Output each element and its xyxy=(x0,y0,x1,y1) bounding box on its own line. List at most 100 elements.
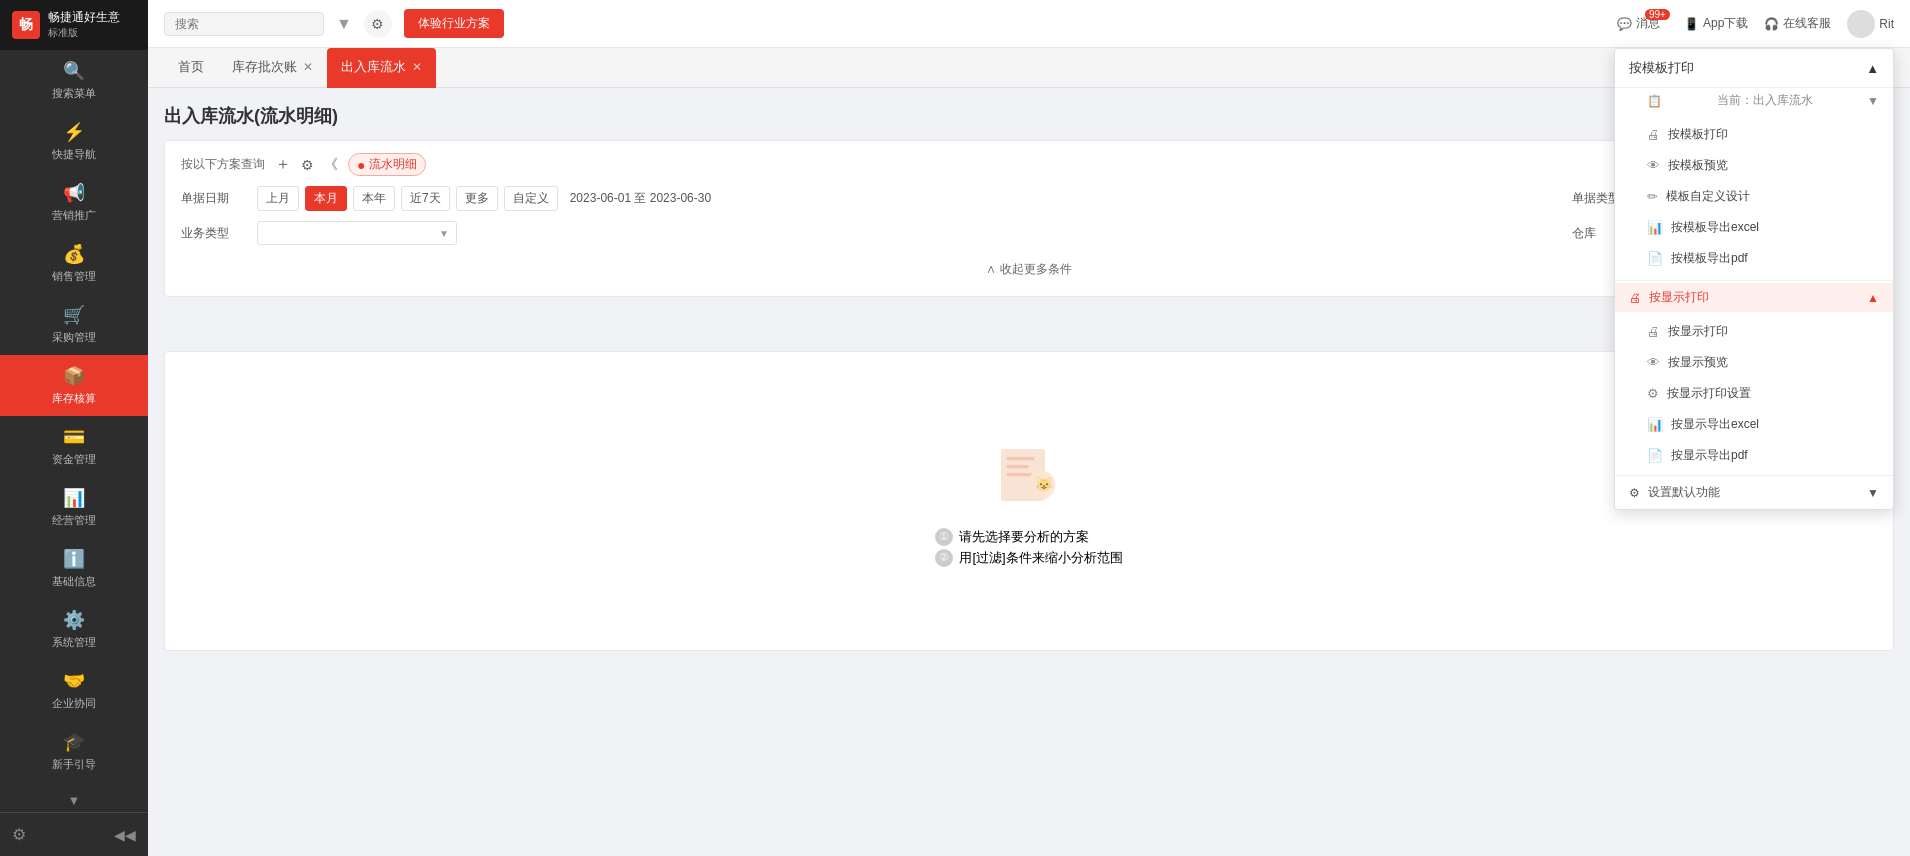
template-print-section: 🖨 按模板打印 👁 按模板预览 ✏ 模板自定义设计 📊 按模板导出excel 📄… xyxy=(1615,115,1893,278)
tab-batch-close[interactable]: ✕ xyxy=(303,60,313,74)
dropdown-footer[interactable]: ⚙ 设置默认功能 ▼ xyxy=(1615,475,1893,509)
excel-icon: 📊 xyxy=(1647,220,1663,235)
tab-flow[interactable]: 出入库流水 ✕ xyxy=(327,48,436,88)
display-print-item-settings[interactable]: ⚙ 按显示打印设置 xyxy=(1615,378,1893,409)
filter-business-type-wrap xyxy=(257,221,457,245)
sales-icon: 💰 xyxy=(63,243,85,265)
filter-tag-icon: ● xyxy=(357,157,365,173)
sidebar-item-search[interactable]: 🔍 搜索菜单 xyxy=(0,50,148,111)
sidebar-settings-icon[interactable]: ⚙ xyxy=(12,825,26,844)
sidebar: 畅 畅捷通好生意 标准版 🔍 搜索菜单 ⚡ 快捷导航 📢 营销推广 💰 销售管理… xyxy=(0,0,148,856)
user-avatar-area[interactable]: Rit xyxy=(1847,10,1894,38)
user-name: Rit xyxy=(1879,17,1894,31)
sidebar-item-sales[interactable]: 💰 销售管理 xyxy=(0,233,148,294)
sidebar-item-purchase[interactable]: 🛒 采购管理 xyxy=(0,294,148,355)
sidebar-item-appstore[interactable]: 🏪 应用中心 xyxy=(0,782,148,789)
template-print-item-excel[interactable]: 📊 按模板导出excel xyxy=(1615,212,1893,243)
template-print-item-design[interactable]: ✏ 模板自定义设计 xyxy=(1615,181,1893,212)
sidebar-item-marketing[interactable]: 📢 营销推广 xyxy=(0,172,148,233)
tip-num-1: ① xyxy=(935,528,953,546)
industry-button[interactable]: 体验行业方案 xyxy=(404,9,504,38)
app-download-button[interactable]: 📱 App下载 xyxy=(1684,15,1748,32)
display-print-item-excel[interactable]: 📊 按显示导出excel xyxy=(1615,409,1893,440)
filter-date-group: 上月 本月 本年 近7天 更多 自定义 2023-06-01 至 2023-06… xyxy=(257,186,711,211)
sidebar-item-system[interactable]: ⚙️ 系统管理 xyxy=(0,599,148,660)
sidebar-item-operations[interactable]: 📊 经营管理 xyxy=(0,477,148,538)
svg-text:😺: 😺 xyxy=(1035,475,1053,493)
empty-tips: ① 请先选择要分析的方案 ② 用[过滤]条件来缩小分析范围 xyxy=(935,525,1122,570)
date-btn-this-year[interactable]: 本年 xyxy=(353,186,395,211)
default-settings-label: 设置默认功能 xyxy=(1648,484,1720,501)
date-btn-this-month[interactable]: 本月 xyxy=(305,186,347,211)
date-btn-last-month[interactable]: 上月 xyxy=(257,186,299,211)
inventory-icon: 📦 xyxy=(63,365,85,387)
dropdown-title: 按模板打印 xyxy=(1629,59,1694,77)
message-button[interactable]: 💬 消息 99+ xyxy=(1617,15,1660,32)
display-preview-label: 按显示预览 xyxy=(1668,354,1728,371)
display-preview-icon: 👁 xyxy=(1647,355,1660,370)
search-input[interactable] xyxy=(164,12,324,36)
sidebar-item-finance[interactable]: 💳 资金管理 xyxy=(0,416,148,477)
sidebar-footer: ⚙ ◀◀ xyxy=(0,812,148,856)
sidebar-scroll-down[interactable]: ▼ xyxy=(0,789,148,812)
tab-flow-close[interactable]: ✕ xyxy=(412,60,422,74)
avatar xyxy=(1847,10,1875,38)
tip-text-2: 用[过滤]条件来缩小分析范围 xyxy=(959,549,1122,567)
date-range-display: 2023-06-01 至 2023-06-30 xyxy=(570,190,711,207)
filter-add-icon[interactable]: ＋ xyxy=(275,154,291,175)
display-print-chevron-icon: ▲ xyxy=(1867,291,1879,305)
tab-home-label: 首页 xyxy=(178,58,204,76)
display-print-label: 按显示打印 xyxy=(1668,323,1728,340)
template-print-item-preview[interactable]: 👁 按模板预览 xyxy=(1615,150,1893,181)
topbar-dropdown-icon[interactable]: ▼ xyxy=(336,15,352,33)
topbar: ▼ ⚙ 体验行业方案 💬 消息 99+ 📱 App下载 🎧 在线客服 Rit xyxy=(148,0,1910,48)
tab-home[interactable]: 首页 xyxy=(164,48,218,88)
filter-business-type-select[interactable] xyxy=(257,221,457,245)
print-dropdown-panel: 按模板打印 ▲ 📋 当前：出入库流水 ▼ 🖨 按模板打印 👁 按模板预览 ✏ 模… xyxy=(1614,48,1894,510)
sidebar-item-guide[interactable]: 🎓 新手引导 xyxy=(0,721,148,782)
sidebar-item-inventory[interactable]: 📦 库存核算 xyxy=(0,355,148,416)
date-btn-more[interactable]: 更多 xyxy=(456,186,498,211)
sidebar-collapse-icon[interactable]: ◀◀ xyxy=(114,827,136,843)
filter-tag-label: 流水明细 xyxy=(369,156,417,173)
sidebar-nav: 🔍 搜索菜单 ⚡ 快捷导航 📢 营销推广 💰 销售管理 🛒 采购管理 📦 库存核… xyxy=(0,50,148,789)
marketing-icon: 📢 xyxy=(63,182,85,204)
display-print-item-pdf[interactable]: 📄 按显示导出pdf xyxy=(1615,440,1893,471)
display-excel-label: 按显示导出excel xyxy=(1671,416,1759,433)
filter-collapse-icon[interactable]: 《 xyxy=(324,156,338,174)
main-content: ▼ ⚙ 体验行业方案 💬 消息 99+ 📱 App下载 🎧 在线客服 Rit xyxy=(148,0,1910,856)
topbar-gear-icon[interactable]: ⚙ xyxy=(364,10,392,38)
sidebar-item-basics[interactable]: ℹ️ 基础信息 xyxy=(0,538,148,599)
logo-icon: 畅 xyxy=(12,11,40,39)
sidebar-item-corp[interactable]: 🤝 企业协同 xyxy=(0,660,148,721)
date-btn-7days[interactable]: 近7天 xyxy=(401,186,450,211)
filter-settings-icon[interactable]: ⚙ xyxy=(301,157,314,173)
app-download-label: App下载 xyxy=(1703,15,1748,32)
message-badge: 99+ xyxy=(1645,9,1670,20)
tab-batch[interactable]: 库存批次账 ✕ xyxy=(218,48,327,88)
date-btn-custom[interactable]: 自定义 xyxy=(504,186,558,211)
filter-business-type-label: 业务类型 xyxy=(181,225,241,242)
online-service-label: 在线客服 xyxy=(1783,15,1831,32)
dropdown-divider xyxy=(1615,280,1893,281)
dropdown-current-section: 📋 当前：出入库流水 ▼ xyxy=(1615,88,1893,115)
tip-num-2: ② xyxy=(935,549,953,567)
online-service-button[interactable]: 🎧 在线客服 xyxy=(1764,15,1831,32)
svg-rect-1 xyxy=(1007,457,1035,460)
template-pdf-label: 按模板导出pdf xyxy=(1671,250,1748,267)
display-print-item-print[interactable]: 🖨 按显示打印 xyxy=(1615,316,1893,347)
app-name: 畅捷通好生意 xyxy=(48,10,120,26)
dropdown-current-label: 当前：出入库流水 xyxy=(1717,92,1813,109)
pdf-icon: 📄 xyxy=(1647,251,1663,266)
template-print-item-pdf[interactable]: 📄 按模板导出pdf xyxy=(1615,243,1893,274)
purchase-icon: 🛒 xyxy=(63,304,85,326)
template-print-item-print[interactable]: 🖨 按模板打印 xyxy=(1615,119,1893,150)
display-print-item-preview[interactable]: 👁 按显示预览 xyxy=(1615,347,1893,378)
filter-tag-active[interactable]: ● 流水明细 xyxy=(348,153,426,176)
system-icon: ⚙️ xyxy=(63,609,85,631)
display-printer-icon: 🖨 xyxy=(1647,324,1660,339)
sidebar-item-quicknav[interactable]: ⚡ 快捷导航 xyxy=(0,111,148,172)
display-print-section-header[interactable]: 🖨 按显示打印 ▲ xyxy=(1615,283,1893,312)
sidebar-label-inventory: 库存核算 xyxy=(52,391,96,406)
search-icon: 🔍 xyxy=(63,60,85,82)
